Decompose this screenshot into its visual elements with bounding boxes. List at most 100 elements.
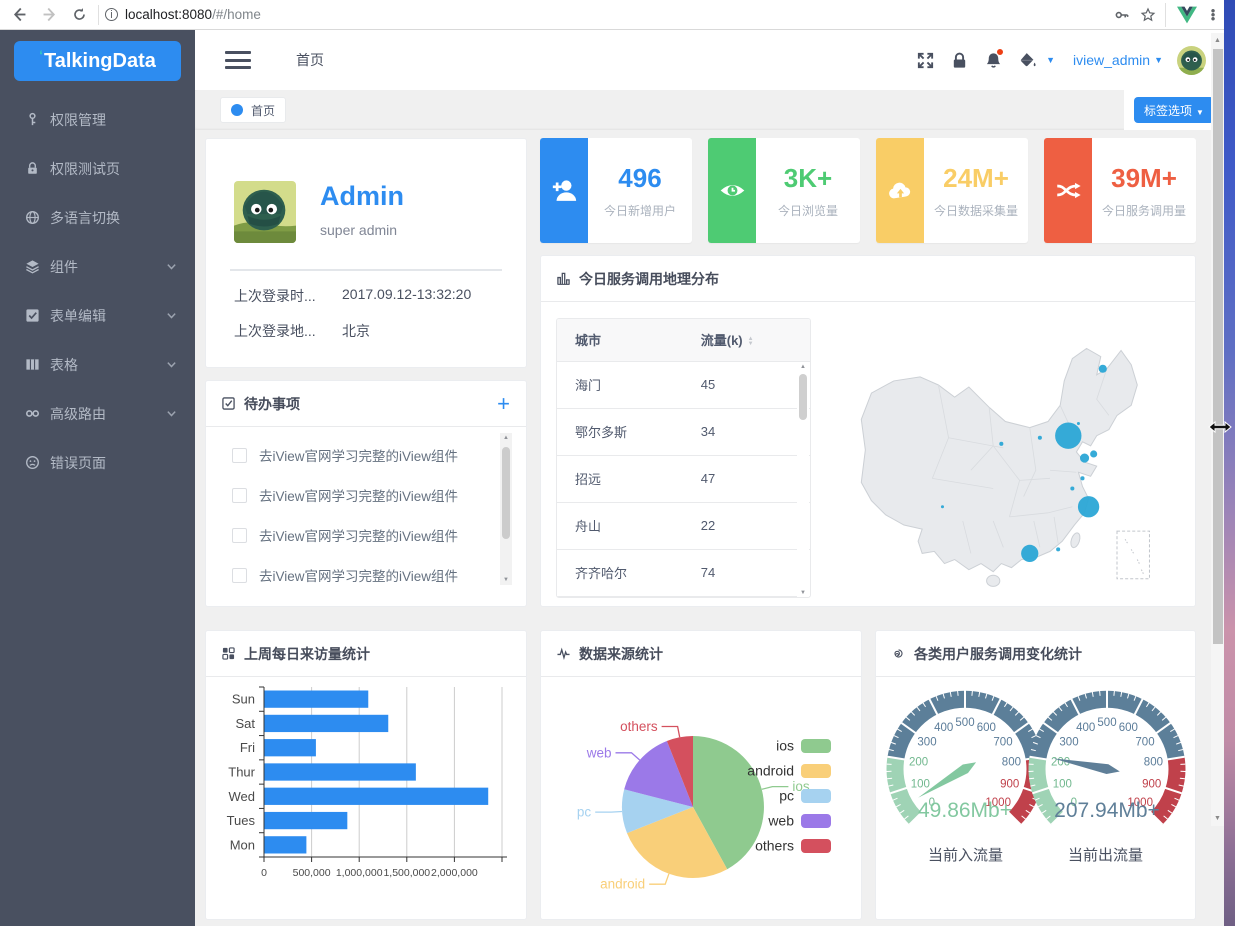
- china-map[interactable]: [841, 314, 1186, 596]
- divider: [230, 269, 502, 271]
- panel-title: 今日服务调用地理分布: [579, 270, 719, 287]
- theme-caret-icon: ▼: [1046, 55, 1056, 65]
- todo-checkbox[interactable]: [232, 567, 247, 583]
- star-icon[interactable]: [1137, 4, 1159, 26]
- sidebar-item-7[interactable]: 错误页面: [0, 438, 195, 487]
- chevron-down-icon: [166, 406, 177, 422]
- address-bar[interactable]: localhost:8080/#/home: [125, 7, 261, 22]
- logo-tick-icon: ‘: [39, 47, 43, 63]
- app-logo[interactable]: ‘ TalkingData: [14, 41, 181, 81]
- forward-icon[interactable]: [38, 4, 60, 26]
- lock-icon: [24, 160, 41, 177]
- vue-devtools-icon[interactable]: [1176, 4, 1198, 26]
- scroll-up-icon[interactable]: ▲: [797, 364, 809, 370]
- map-bubble: [1098, 364, 1107, 373]
- desktop-wallpaper: [1224, 0, 1235, 926]
- todo-checkbox[interactable]: [232, 447, 247, 463]
- gauge-value: 49.86Mb+: [918, 799, 1012, 822]
- add-todo-button[interactable]: +: [497, 392, 510, 414]
- traffic-cell: 34: [682, 408, 810, 456]
- tag-options-area: 标签选项 ▼: [1124, 90, 1224, 130]
- user-info-card: Admin super admin 上次登录时... 2017.09.12-13…: [205, 138, 527, 368]
- sort-icon[interactable]: ▲ ▼: [748, 336, 754, 347]
- key-icon[interactable]: [1111, 4, 1133, 26]
- todo-checkbox[interactable]: [232, 487, 247, 503]
- bar-chart: Sun Sat Fri Thur Wed Tues Mon 0 500,000 1,000,000…: [227, 686, 507, 879]
- legend-label-android: android: [747, 763, 794, 779]
- bar-tick-label: 0: [261, 867, 267, 879]
- avatar[interactable]: [1177, 45, 1206, 75]
- menu-dots-icon[interactable]: • • •: [1202, 4, 1224, 26]
- sidebar-item-3[interactable]: 组件: [0, 242, 195, 291]
- user-name: Admin: [320, 181, 404, 211]
- sidebar-item-4[interactable]: 表单编辑: [0, 291, 195, 340]
- gauge-tick-label: 700: [1135, 736, 1154, 748]
- shuffle-icon: [1044, 138, 1092, 243]
- pie-label-web: web: [586, 745, 612, 760]
- table-header[interactable]: 流量(k) ▲ ▼: [682, 319, 810, 362]
- sidebar-item-2[interactable]: 多语言切换: [0, 193, 195, 242]
- lock-icon[interactable]: [942, 43, 976, 77]
- table-scrollbar[interactable]: ▲ ▼: [797, 362, 809, 597]
- map-bubble: [1037, 435, 1042, 440]
- scroll-down-icon[interactable]: ▼: [797, 590, 809, 596]
- user-dropdown[interactable]: iview_admin: [1073, 52, 1150, 68]
- sidebar-item-5[interactable]: 表格: [0, 340, 195, 389]
- scroll-thumb[interactable]: [502, 447, 510, 539]
- scroll-down-icon[interactable]: ▼: [1211, 812, 1224, 825]
- back-icon[interactable]: [8, 4, 30, 26]
- refresh-icon[interactable]: [68, 4, 90, 26]
- todo-list: ▲ ▼ 去iView官网学习完整的iView组件 去iView官网学习完整的iVi…: [206, 427, 526, 595]
- pie-label-pc: pc: [577, 805, 592, 820]
- scroll-down-icon[interactable]: ▼: [500, 577, 512, 583]
- pie-label-others: others: [620, 719, 658, 734]
- todo-checkbox-icon: [222, 397, 236, 411]
- todo-scrollbar[interactable]: ▲ ▼: [500, 433, 512, 585]
- hamburger-menu-icon[interactable]: [225, 51, 251, 69]
- stat-card-3: 39M+ 今日服务调用量: [1044, 138, 1196, 243]
- pulse-icon: [557, 647, 571, 661]
- sidebar-item-0[interactable]: 权限管理: [0, 95, 195, 144]
- scroll-up-icon[interactable]: ▲: [1211, 34, 1224, 47]
- panel-title: 待办事项: [244, 395, 300, 412]
- theme-bucket-icon[interactable]: [1010, 43, 1044, 77]
- stat-card-1: 3K+ 今日浏览量: [708, 138, 860, 243]
- bar-tick-label: 1,000,000: [336, 867, 383, 879]
- stat-value: 496: [618, 162, 662, 193]
- page-info-icon[interactable]: i: [105, 8, 118, 21]
- stat-value: 24M+: [943, 162, 1009, 193]
- stat-value: 39M+: [1111, 162, 1177, 193]
- scroll-thumb[interactable]: [799, 374, 807, 420]
- main-area: 首页 ▼ iview_admin ▼ 首页 标签选项 ▼ Admin super…: [195, 30, 1224, 926]
- gauge-tick-label: 900: [1000, 779, 1019, 791]
- geo-distribution-panel: 今日服务调用地理分布 城市 流量(k) ▲ ▼ 海门 45 鄂尔多斯 34 招远 47 舟山 22 齐齐…: [540, 255, 1196, 607]
- globe-icon: [24, 209, 41, 226]
- panel-title: 数据来源统计: [579, 645, 663, 662]
- last-login-place-label: 上次登录地...: [234, 323, 316, 339]
- sidebar: ‘ TalkingData 权限管理 权限测试页 多语言切换 组件 表单编辑 表格 高级路由…: [0, 30, 195, 926]
- tag-options-button[interactable]: 标签选项 ▼: [1134, 97, 1214, 123]
- stat-label: 今日数据采集量: [933, 203, 1018, 218]
- map-bubble: [1080, 476, 1085, 481]
- bar-category-label: Fri: [240, 740, 255, 755]
- scroll-up-icon[interactable]: ▲: [500, 435, 512, 441]
- city-cell: 舟山: [557, 502, 683, 550]
- sidebar-item-1[interactable]: 权限测试页: [0, 144, 195, 193]
- map-bubble: [1056, 547, 1061, 552]
- gauge-tick-label: 200: [909, 757, 928, 769]
- bar-category-label: Thur: [228, 765, 255, 780]
- scroll-thumb[interactable]: [1212, 49, 1223, 644]
- tag-home[interactable]: 首页: [220, 97, 287, 123]
- fullscreen-icon[interactable]: [908, 43, 942, 77]
- breadcrumb[interactable]: 首页: [296, 50, 324, 70]
- bell-icon[interactable]: [976, 43, 1010, 77]
- stat-label: 今日服务调用量: [1101, 203, 1186, 218]
- resize-cursor-icon: [1208, 420, 1232, 434]
- todo-checkbox[interactable]: [232, 527, 247, 543]
- map-bubble: [1076, 422, 1080, 426]
- sidebar-item-6[interactable]: 高级路由: [0, 389, 195, 438]
- map-bubble: [1070, 486, 1075, 491]
- map-bubble: [940, 505, 944, 509]
- todo-text: 去iView官网学习完整的iView组件: [259, 449, 459, 464]
- map-inset-box: [1116, 530, 1150, 580]
